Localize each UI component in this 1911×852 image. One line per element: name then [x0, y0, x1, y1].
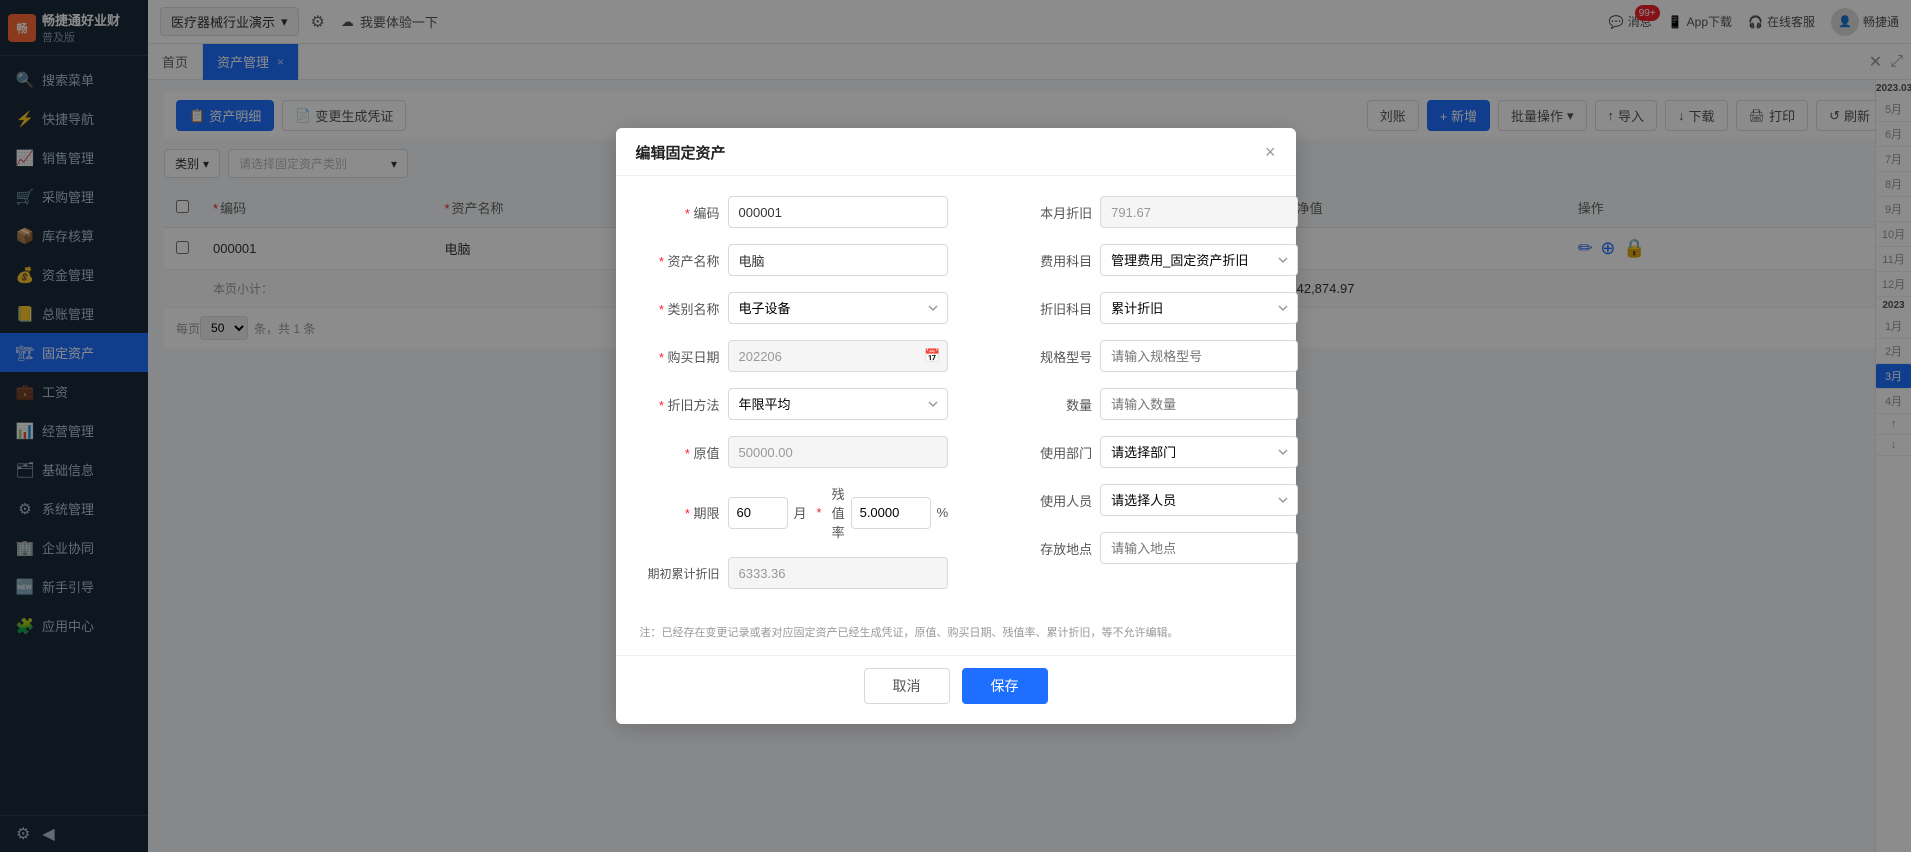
- form-row-depr-subject: 折旧科目 累计折旧: [1012, 292, 1298, 324]
- modal-title: 编辑固定资产: [636, 142, 726, 163]
- modal-header: 编辑固定资产 ×: [616, 128, 1296, 176]
- form-row-location: 存放地点: [1012, 532, 1298, 564]
- modal-close-btn[interactable]: ×: [1265, 142, 1276, 163]
- input-code[interactable]: [728, 196, 949, 228]
- label-name: * 资产名称: [640, 251, 720, 270]
- input-residual[interactable]: [851, 497, 931, 529]
- label-department: 使用部门: [1012, 443, 1092, 462]
- form-row-spec: 规格型号: [1012, 340, 1298, 372]
- label-expense-subject: 费用科目: [1012, 251, 1092, 270]
- select-category[interactable]: 电子设备: [728, 292, 949, 324]
- label-depr-subject: 折旧科目: [1012, 299, 1092, 318]
- input-initial-depr[interactable]: [728, 557, 949, 589]
- label-monthly-depr: 本月折旧: [1012, 203, 1092, 222]
- edit-asset-modal: 编辑固定资产 × * 编码 * 资产名称 * 类别名称: [616, 128, 1296, 724]
- label-initial-depr: 期初累计折旧: [640, 565, 720, 582]
- label-period: * 期限: [640, 503, 720, 522]
- input-name[interactable]: [728, 244, 949, 276]
- form-row-code: * 编码: [640, 196, 949, 228]
- label-original-value: * 原值: [640, 443, 720, 462]
- modal-footer: 取消 保存: [616, 655, 1296, 724]
- form-row-person: 使用人员 请选择人员: [1012, 484, 1298, 516]
- label-location: 存放地点: [1012, 539, 1092, 558]
- residual-label: 残值率: [832, 484, 845, 541]
- select-person[interactable]: 请选择人员: [1100, 484, 1298, 516]
- date-input-wrap: 📅: [728, 340, 949, 372]
- form-row-method: * 折旧方法 年限平均: [640, 388, 949, 420]
- input-spec[interactable]: [1100, 340, 1298, 372]
- input-date[interactable]: [728, 340, 949, 372]
- period-unit: 月: [794, 503, 807, 522]
- form-row-name: * 资产名称: [640, 244, 949, 276]
- cancel-button[interactable]: 取消: [864, 668, 950, 704]
- modal-right-col: 本月折旧 费用科目 管理费用_固定资产折旧 折旧科目 累计折旧: [988, 196, 1298, 605]
- label-quantity: 数量: [1012, 395, 1092, 414]
- form-row-period: * 期限 月 * 残值率 %: [640, 484, 949, 541]
- form-row-monthly-depr: 本月折旧: [1012, 196, 1298, 228]
- input-original-value[interactable]: [728, 436, 949, 468]
- period-row: 月 * 残值率 %: [728, 484, 949, 541]
- form-row-department: 使用部门 请选择部门: [1012, 436, 1298, 468]
- select-method[interactable]: 年限平均: [728, 388, 949, 420]
- select-depr-subject[interactable]: 累计折旧: [1100, 292, 1298, 324]
- form-row-category: * 类别名称 电子设备: [640, 292, 949, 324]
- select-expense-subject[interactable]: 管理费用_固定资产折旧: [1100, 244, 1298, 276]
- modal-body: * 编码 * 资产名称 * 类别名称 电子设备 * 购买日期: [616, 176, 1296, 625]
- label-date: * 购买日期: [640, 347, 720, 366]
- form-row-initial-depr: 期初累计折旧: [640, 557, 949, 589]
- label-method: * 折旧方法: [640, 395, 720, 414]
- save-button[interactable]: 保存: [962, 668, 1048, 704]
- label-category: * 类别名称: [640, 299, 720, 318]
- select-department[interactable]: 请选择部门: [1100, 436, 1298, 468]
- modal-left-col: * 编码 * 资产名称 * 类别名称 电子设备 * 购买日期: [640, 196, 973, 605]
- label-code: * 编码: [640, 203, 720, 222]
- input-monthly-depr[interactable]: [1100, 196, 1298, 228]
- form-row-original-value: * 原值: [640, 436, 949, 468]
- form-row-expense-subject: 费用科目 管理费用_固定资产折旧: [1012, 244, 1298, 276]
- form-row-date: * 购买日期 📅: [640, 340, 949, 372]
- modal-note: 注：已经存在变更记录或者对应固定资产已经生成凭证，原值、购买日期、残值率、累计折…: [616, 625, 1296, 655]
- modal-overlay: 编辑固定资产 × * 编码 * 资产名称 * 类别名称: [0, 0, 1911, 852]
- input-location[interactable]: [1100, 532, 1298, 564]
- calendar-icon: 📅: [924, 348, 940, 364]
- input-period[interactable]: [728, 497, 788, 529]
- label-spec: 规格型号: [1012, 347, 1092, 366]
- form-row-quantity: 数量: [1012, 388, 1298, 420]
- label-person: 使用人员: [1012, 491, 1092, 510]
- residual-unit: %: [937, 505, 949, 520]
- input-quantity[interactable]: [1100, 388, 1298, 420]
